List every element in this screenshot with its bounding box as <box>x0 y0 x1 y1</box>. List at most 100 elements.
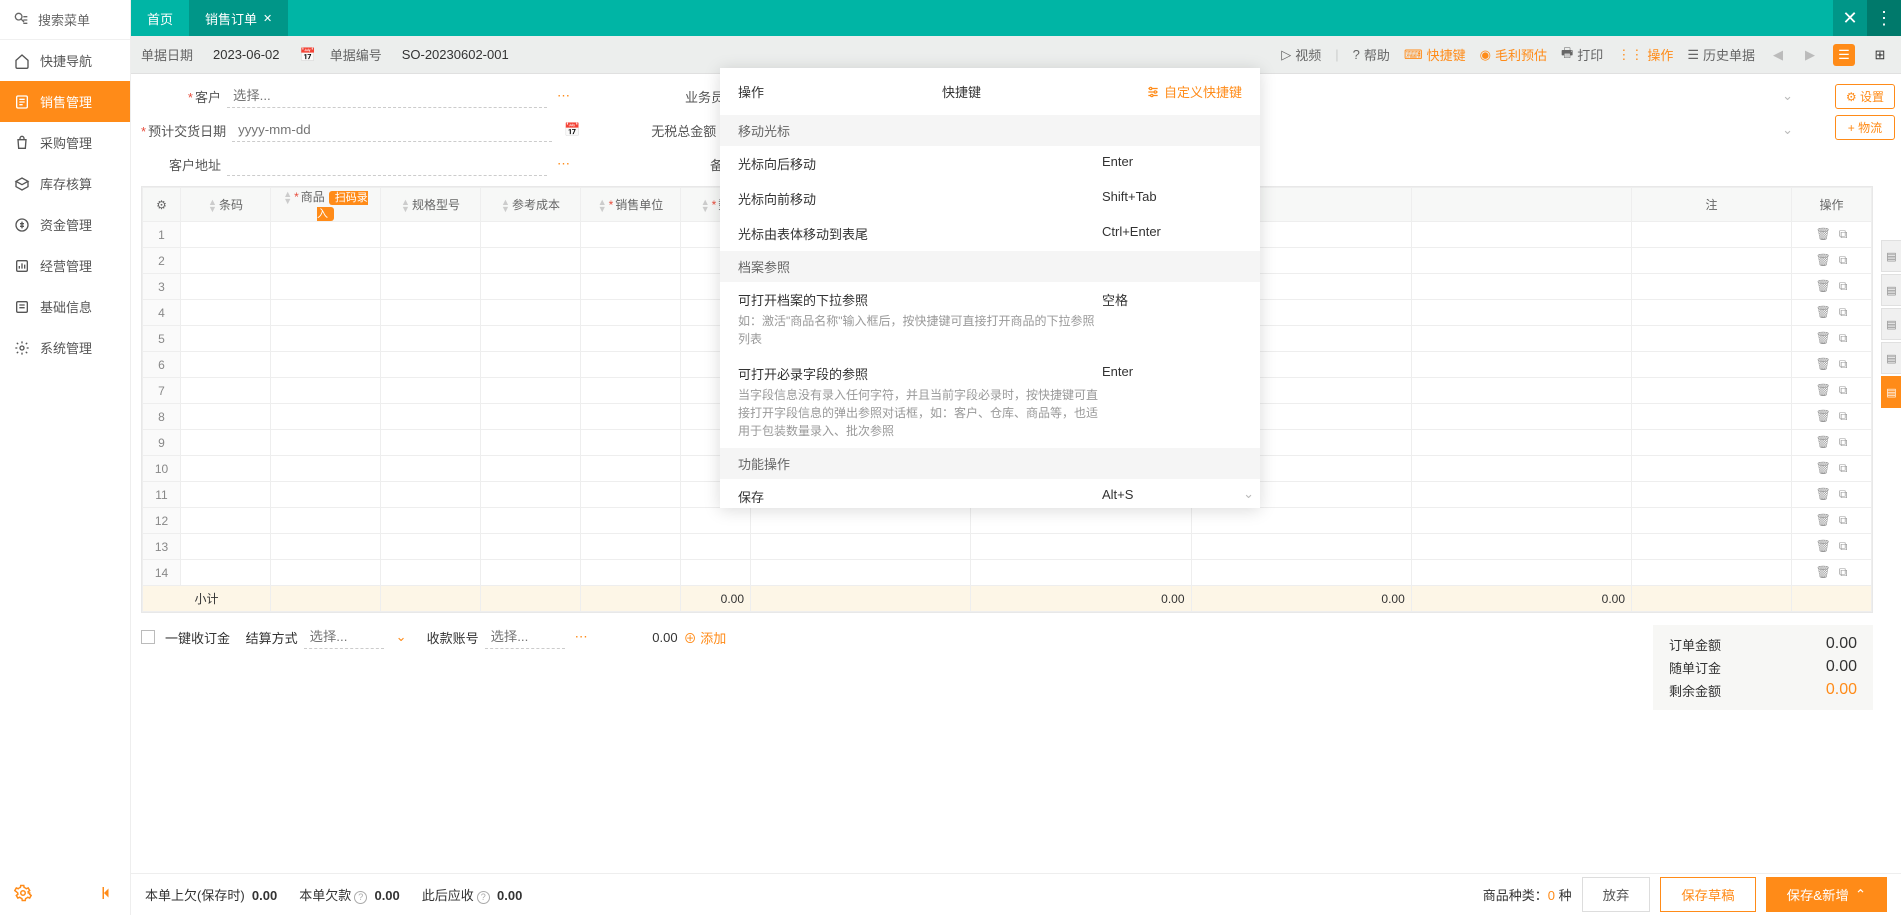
tab-more[interactable]: ⋮ <box>1867 0 1901 36</box>
dock-btn-4[interactable]: ▤ <box>1881 342 1901 374</box>
deliv-date-input[interactable] <box>232 118 552 142</box>
table-row[interactable]: 14🗑⧉ <box>143 560 1872 586</box>
copy-icon[interactable]: ⧉ <box>1835 435 1852 449</box>
delete-icon[interactable]: 🗑 <box>1812 227 1835 241</box>
copy-icon[interactable]: ⧉ <box>1835 305 1852 319</box>
nav-system[interactable]: 系统管理 <box>0 327 130 368</box>
col-refcost[interactable]: ▲▼参考成本 <box>481 188 581 222</box>
date-value[interactable]: 2023-06-02 <box>213 47 280 62</box>
delete-icon[interactable]: 🗑 <box>1812 513 1835 527</box>
nav-finance[interactable]: 资金管理 <box>0 204 130 245</box>
delete-icon[interactable]: 🗑 <box>1812 357 1835 371</box>
copy-icon[interactable]: ⧉ <box>1835 513 1852 527</box>
delete-icon[interactable]: 🗑 <box>1812 253 1835 267</box>
shortcut-link[interactable]: ⌨ 快捷键 <box>1404 45 1466 64</box>
settings-gear-icon[interactable] <box>14 884 32 905</box>
tab-sales-order[interactable]: 销售订单 ✕ <box>189 0 288 36</box>
nav-basicinfo[interactable]: 基础信息 <box>0 286 130 327</box>
tab-close-all[interactable]: ✕ <box>1833 0 1867 36</box>
nav-inventory[interactable]: 库存核算 <box>0 163 130 204</box>
nav-sales[interactable]: 销售管理 <box>0 81 130 122</box>
search-menu[interactable]: 搜索菜单 <box>0 0 130 40</box>
copy-icon[interactable]: ⧉ <box>1835 539 1852 553</box>
dock-btn-1[interactable]: ▤ <box>1881 240 1901 272</box>
lookup-icon[interactable]: ⋯ <box>571 629 592 645</box>
save-new-button[interactable]: 保存&新增 ⌃ <box>1766 877 1887 912</box>
deposit-checkbox[interactable] <box>141 630 155 644</box>
delete-icon[interactable]: 🗑 <box>1812 487 1835 501</box>
popup-row: 保存Alt+S <box>720 479 1260 508</box>
copy-icon[interactable]: ⧉ <box>1835 227 1852 241</box>
settings-button[interactable]: ⚙ 设置 <box>1835 84 1895 109</box>
copy-icon[interactable]: ⧉ <box>1835 357 1852 371</box>
history-link[interactable]: ☰ 历史单据 <box>1687 45 1755 64</box>
custom-shortcut-link[interactable]: 自定义快捷键 <box>1146 82 1242 101</box>
table-row[interactable]: 12🗑⧉ <box>143 508 1872 534</box>
copy-icon[interactable]: ⧉ <box>1835 461 1852 475</box>
copy-icon[interactable]: ⧉ <box>1835 279 1852 293</box>
video-link[interactable]: ▷ 视频 <box>1281 45 1321 64</box>
chevron-down-icon[interactable]: ⌄ <box>1782 88 1793 104</box>
table-row[interactable]: 13🗑⧉ <box>143 534 1872 560</box>
discard-button[interactable]: 放弃 <box>1582 877 1651 912</box>
copy-icon[interactable]: ⧉ <box>1835 565 1852 579</box>
view-list-icon[interactable]: ☰ <box>1833 44 1855 66</box>
lookup-icon[interactable]: ⋯ <box>553 156 574 172</box>
delete-icon[interactable]: 🗑 <box>1812 539 1835 553</box>
copy-icon[interactable]: ⧉ <box>1835 253 1852 267</box>
collapse-icon[interactable] <box>98 884 116 905</box>
col-remark[interactable]: 注 <box>1632 188 1792 222</box>
nav-business[interactable]: 经营管理 <box>0 245 130 286</box>
addr-input[interactable] <box>227 152 547 176</box>
copy-icon[interactable]: ⧉ <box>1835 383 1852 397</box>
next-icon[interactable]: ▶ <box>1801 47 1819 63</box>
col-unit[interactable]: ▲▼*销售单位 <box>581 188 681 222</box>
nav-quick[interactable]: 快捷导航 <box>0 40 130 81</box>
copy-icon[interactable]: ⧉ <box>1835 487 1852 501</box>
tab-home[interactable]: 首页 <box>131 0 189 36</box>
delete-icon[interactable]: 🗑 <box>1812 435 1835 449</box>
col-product[interactable]: ▲▼*商品扫码录入 <box>271 188 381 222</box>
chevron-up-icon: ⌃ <box>1855 887 1866 903</box>
copy-icon[interactable]: ⧉ <box>1835 331 1852 345</box>
delete-icon[interactable]: 🗑 <box>1812 409 1835 423</box>
dock-btn-5[interactable]: ▤ <box>1881 376 1901 408</box>
delete-icon[interactable]: 🗑 <box>1812 383 1835 397</box>
view-grid-icon[interactable]: ⊞ <box>1869 44 1891 66</box>
customer-input[interactable] <box>227 84 547 108</box>
help-icon[interactable]: ? <box>354 891 367 904</box>
delete-icon[interactable]: 🗑 <box>1812 305 1835 319</box>
account-input[interactable] <box>485 625 565 649</box>
prev-icon[interactable]: ◀ <box>1769 47 1787 63</box>
dock-btn-2[interactable]: ▤ <box>1881 274 1901 306</box>
help-link[interactable]: ? 帮助 <box>1353 45 1390 64</box>
col-barcode[interactable]: ▲▼条码 <box>181 188 271 222</box>
gear-header[interactable]: ⚙ <box>143 188 181 222</box>
chevron-down-icon[interactable]: ⌄ <box>1243 486 1254 502</box>
close-icon[interactable]: ✕ <box>263 12 272 25</box>
help-icon[interactable]: ? <box>477 891 490 904</box>
delete-icon[interactable]: 🗑 <box>1812 279 1835 293</box>
nav-purchase[interactable]: 采购管理 <box>0 122 130 163</box>
delete-icon[interactable]: 🗑 <box>1812 565 1835 579</box>
lookup-icon[interactable]: ⋯ <box>553 88 574 104</box>
calendar-icon[interactable]: 📅 <box>564 122 580 138</box>
dock-btn-3[interactable]: ▤ <box>1881 308 1901 340</box>
row-num: 5 <box>143 326 181 352</box>
chevron-down-icon[interactable]: ⌄ <box>1782 122 1793 138</box>
delete-icon[interactable]: 🗑 <box>1812 461 1835 475</box>
profit-link[interactable]: ◉ 毛利预估 <box>1480 45 1547 64</box>
row-num: 6 <box>143 352 181 378</box>
col-spec[interactable]: ▲▼规格型号 <box>381 188 481 222</box>
save-draft-button[interactable]: 保存草稿 <box>1660 877 1755 912</box>
date-label: 单据日期 <box>141 45 193 64</box>
print-link[interactable]: 🖶 打印 <box>1561 44 1603 66</box>
ops-link[interactable]: ⋮⋮ 操作 <box>1617 45 1673 64</box>
logistics-button[interactable]: + 物流 <box>1835 115 1895 140</box>
delete-icon[interactable]: 🗑 <box>1812 331 1835 345</box>
add-link[interactable]: ⊕ 添加 <box>684 628 727 647</box>
calendar-icon[interactable]: 📅 <box>300 47 316 63</box>
settle-input[interactable] <box>304 625 384 649</box>
copy-icon[interactable]: ⧉ <box>1835 409 1852 423</box>
chevron-down-icon[interactable]: ⌄ <box>396 629 407 645</box>
